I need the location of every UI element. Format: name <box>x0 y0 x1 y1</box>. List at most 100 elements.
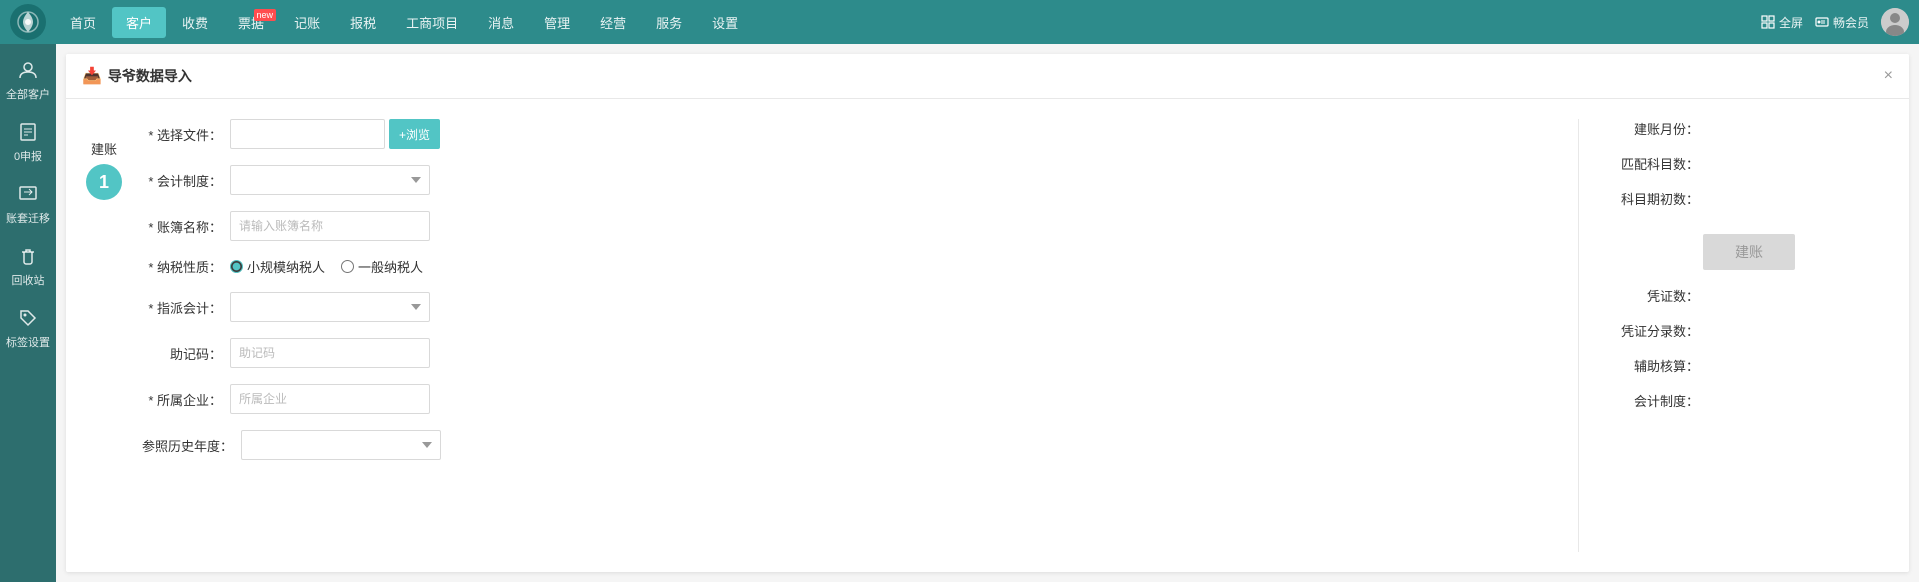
nav-item-bookkeeping[interactable]: 记账 <box>280 7 334 38</box>
reference-year-label: 参照历史年度： <box>142 436 233 455</box>
nav-item-home[interactable]: 首页 <box>56 7 110 38</box>
migration-icon <box>18 184 38 207</box>
sidebar: 全部客户 0申报 账套迁移 <box>0 44 56 582</box>
dialog-body: 建账 1 * 选择文件： +浏览 * 会计制度： <box>66 99 1909 572</box>
all-customers-icon <box>18 60 38 83</box>
vouchers-label: 凭证数： <box>1609 286 1699 305</box>
fullscreen-btn[interactable]: 全屏 <box>1761 14 1803 31</box>
main-layout: 全部客户 0申报 账套迁移 <box>0 44 1919 582</box>
app-logo <box>10 4 46 40</box>
import-icon: 📥 <box>82 66 102 86</box>
trash-icon <box>18 246 38 269</box>
declaration-icon <box>18 122 38 145</box>
fullscreen-icon <box>1761 15 1775 29</box>
voucher-entries-row: 凭证分录数： <box>1609 321 1889 340</box>
nav-item-services[interactable]: 服务 <box>642 7 696 38</box>
sidebar-item-all-customers-label: 全部客户 <box>6 86 50 102</box>
sidebar-item-tags-label: 标签设置 <box>6 334 50 350</box>
build-month-label: 建账月份： <box>1609 119 1699 138</box>
ledger-name-row: * 账簿名称： <box>142 211 1548 241</box>
dialog-card: 📥 导爷数据导入 × 建账 1 * 选择文件： <box>66 54 1909 572</box>
company-row: * 所属企业： <box>142 384 1548 414</box>
vip-label: 畅会员 <box>1833 14 1869 31</box>
build-btn-area: 建账 <box>1609 234 1889 270</box>
file-input[interactable] <box>230 119 385 149</box>
avatar-icon <box>1881 8 1909 36</box>
top-nav: 首页 客户 收费 票据 new 记账 报税 工商项目 消息 管理 经营 服务 设… <box>0 0 1919 44</box>
accountant-row: * 指派会计： <box>142 292 1548 322</box>
sidebar-item-declaration[interactable]: 0申报 <box>0 114 56 172</box>
sidebar-item-trash[interactable]: 回收站 <box>0 238 56 296</box>
file-row: * 选择文件： +浏览 <box>142 119 1548 149</box>
company-input[interactable] <box>230 384 430 414</box>
nav-item-business[interactable]: 工商项目 <box>392 7 472 38</box>
sidebar-item-migration[interactable]: 账套迁移 <box>0 176 56 234</box>
accountant-select[interactable] <box>230 292 430 322</box>
content-area: 📥 导爷数据导入 × 建账 1 * 选择文件： <box>56 44 1919 582</box>
info-area: 建账月份： 匹配科目数： 科目期初数： 建账 <box>1609 119 1889 552</box>
voucher-entries-label: 凭证分录数： <box>1609 321 1699 340</box>
vouchers-row: 凭证数： <box>1609 286 1889 305</box>
sidebar-item-trash-label: 回收站 <box>12 272 45 288</box>
initial-subjects-label: 科目期初数： <box>1609 189 1699 208</box>
accounting-system-label: * 会计制度： <box>142 171 222 190</box>
tax-type-small-label: 小规模纳税人 <box>247 257 325 276</box>
build-month-row: 建账月份： <box>1609 119 1889 138</box>
nav-item-operations[interactable]: 经营 <box>586 7 640 38</box>
sidebar-item-declaration-label: 0申报 <box>14 148 42 164</box>
info-accounting-system-row: 会计制度： <box>1609 391 1889 410</box>
ledger-name-input[interactable] <box>230 211 430 241</box>
vertical-divider <box>1578 119 1579 552</box>
tags-icon <box>18 308 38 331</box>
aux-accounting-label: 辅助核算： <box>1609 356 1699 375</box>
tax-type-general-label: 一般纳税人 <box>358 257 423 276</box>
accountant-label: * 指派会计： <box>142 298 222 317</box>
nav-item-messages[interactable]: 消息 <box>474 7 528 38</box>
nav-item-tax[interactable]: 报税 <box>336 7 390 38</box>
step-circle: 1 <box>86 164 122 200</box>
nav-item-customer[interactable]: 客户 <box>112 7 166 38</box>
close-button[interactable]: × <box>1884 67 1893 85</box>
fullscreen-label: 全屏 <box>1779 14 1803 31</box>
memo-code-input[interactable] <box>230 338 430 368</box>
info-accounting-system-label: 会计制度： <box>1609 391 1699 410</box>
step-section: 建账 1 <box>86 119 122 552</box>
ledger-name-label: * 账簿名称： <box>142 217 222 236</box>
new-badge: new <box>254 9 277 22</box>
step-label: 建账 <box>91 139 117 158</box>
aux-accounting-row: 辅助核算： <box>1609 356 1889 375</box>
tax-type-small[interactable]: 小规模纳税人 <box>230 257 325 276</box>
dialog-header: 📥 导爷数据导入 × <box>66 54 1909 99</box>
file-label: * 选择文件： <box>142 125 222 144</box>
tax-type-general-radio[interactable] <box>341 260 354 273</box>
nav-item-management[interactable]: 管理 <box>530 7 584 38</box>
accounting-system-row: * 会计制度： <box>142 165 1548 195</box>
dialog-title: 📥 导爷数据导入 <box>82 66 192 86</box>
browse-button[interactable]: +浏览 <box>389 119 440 149</box>
reference-year-select[interactable] <box>241 430 441 460</box>
form-area: * 选择文件： +浏览 * 会计制度： <box>142 119 1548 552</box>
accounting-system-select[interactable] <box>230 165 430 195</box>
memo-code-row: 助记码： <box>142 338 1548 368</box>
company-label: * 所属企业： <box>142 390 222 409</box>
tax-type-group: 小规模纳税人 一般纳税人 <box>230 257 423 276</box>
reference-year-row: 参照历史年度： <box>142 430 1548 460</box>
initial-subjects-row: 科目期初数： <box>1609 189 1889 208</box>
file-input-group: +浏览 <box>230 119 440 149</box>
tax-type-small-radio[interactable] <box>230 260 243 273</box>
vip-btn[interactable]: 畅会员 <box>1815 14 1869 31</box>
dialog-title-text: 导爷数据导入 <box>108 66 192 86</box>
sidebar-item-tags[interactable]: 标签设置 <box>0 300 56 358</box>
tax-type-general[interactable]: 一般纳税人 <box>341 257 423 276</box>
tax-type-label: * 纳税性质： <box>142 257 222 276</box>
nav-item-fees[interactable]: 收费 <box>168 7 222 38</box>
nav-right: 全屏 畅会员 <box>1761 8 1909 36</box>
nav-item-settings[interactable]: 设置 <box>698 7 752 38</box>
match-subjects-row: 匹配科目数： <box>1609 154 1889 173</box>
sidebar-item-all-customers[interactable]: 全部客户 <box>0 52 56 110</box>
sidebar-item-migration-label: 账套迁移 <box>6 210 50 226</box>
build-button[interactable]: 建账 <box>1703 234 1795 270</box>
nav-item-tickets[interactable]: 票据 new <box>224 7 278 38</box>
avatar[interactable] <box>1881 8 1909 36</box>
match-subjects-label: 匹配科目数： <box>1609 154 1699 173</box>
